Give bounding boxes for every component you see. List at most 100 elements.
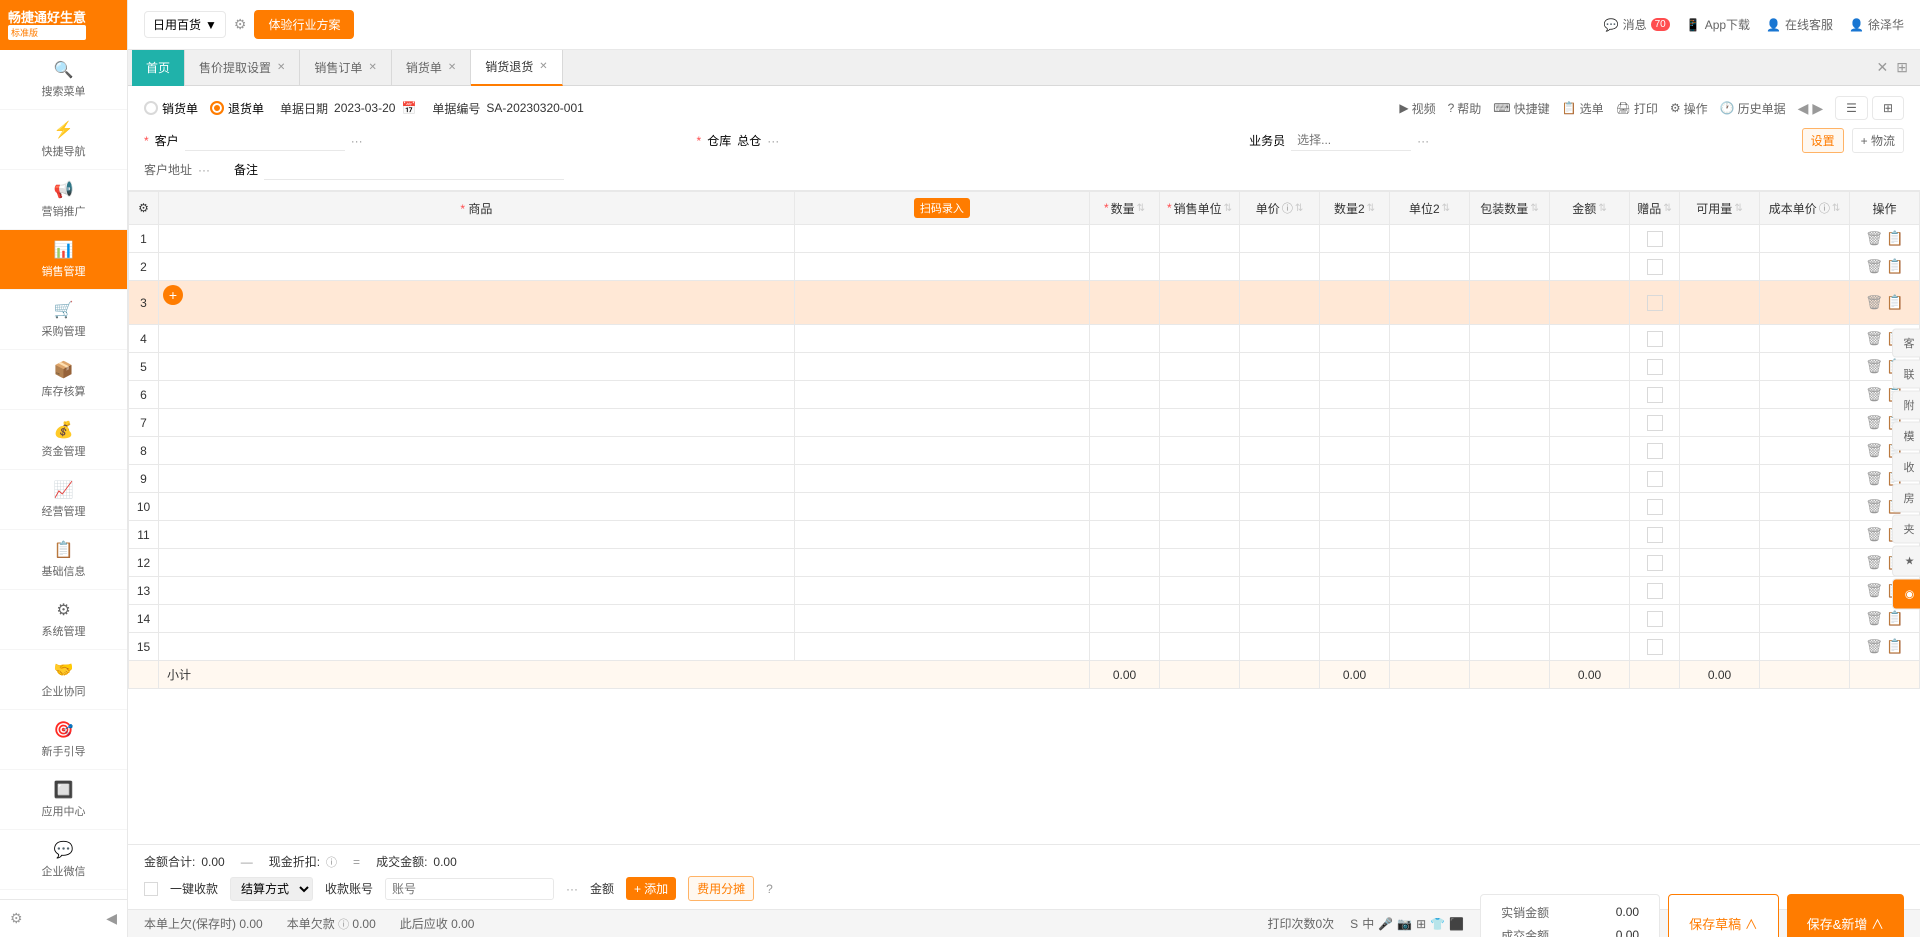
delete-row-btn-9[interactable]: 🗑: [1865, 470, 1883, 487]
row-unit-6[interactable]: [1160, 381, 1240, 409]
row-product-6[interactable]: [159, 381, 795, 409]
row-gift-12[interactable]: [1630, 549, 1680, 577]
row-cost-4[interactable]: [1760, 325, 1850, 353]
delete-row-btn-3[interactable]: 🗑: [1865, 294, 1883, 311]
row-unit2-15[interactable]: [1390, 633, 1470, 661]
row-gift-1[interactable]: [1630, 225, 1680, 253]
delete-row-btn-10[interactable]: 🗑: [1865, 498, 1883, 515]
row-product-1[interactable]: [159, 225, 795, 253]
date-value[interactable]: 2023-03-20: [334, 101, 395, 115]
float-btn-3[interactable]: 模: [1892, 421, 1920, 450]
print-btn[interactable]: 🖨 打印: [1616, 100, 1658, 117]
row-pack-3[interactable]: [1470, 281, 1550, 325]
row-amount-9[interactable]: [1550, 465, 1630, 493]
row-product-14[interactable]: [159, 605, 795, 633]
sidebar-item-10[interactable]: 🤝 企业协同: [0, 650, 127, 710]
copy-row-btn-2[interactable]: 📋: [1886, 258, 1903, 275]
row-cost-11[interactable]: [1760, 521, 1850, 549]
topbar-gear-icon[interactable]: ⚙: [234, 16, 247, 33]
help-btn[interactable]: ? 帮助: [1448, 100, 1482, 117]
row-unit-11[interactable]: [1160, 521, 1240, 549]
calendar-icon[interactable]: 📅: [401, 101, 416, 115]
float-btn-0[interactable]: 客: [1892, 328, 1920, 357]
row-unit2-5[interactable]: [1390, 353, 1470, 381]
row-price-9[interactable]: [1240, 465, 1320, 493]
tab-2[interactable]: 销售订单✕: [300, 50, 391, 86]
row-amount-12[interactable]: [1550, 549, 1630, 577]
row-amount-14[interactable]: [1550, 605, 1630, 633]
sidebar-item-6[interactable]: 💰 资金管理: [0, 410, 127, 470]
row-qty-2[interactable]: [1090, 253, 1160, 281]
row-amount-5[interactable]: [1550, 353, 1630, 381]
float-btn-5[interactable]: 房: [1892, 483, 1920, 512]
logistics-button[interactable]: + 物流: [1852, 128, 1904, 153]
row-avail-5[interactable]: [1680, 353, 1760, 381]
row-price-12[interactable]: [1240, 549, 1320, 577]
delete-row-btn-7[interactable]: 🗑: [1865, 414, 1883, 431]
row-qty2-5[interactable]: [1320, 353, 1390, 381]
notification-item[interactable]: 💬 消息 70: [1604, 16, 1670, 33]
sidebar-item-7[interactable]: 📈 经营管理: [0, 470, 127, 530]
row-avail-15[interactable]: [1680, 633, 1760, 661]
app-download-item[interactable]: 📱 App下载: [1686, 16, 1750, 33]
row-product-15[interactable]: [159, 633, 795, 661]
copy-row-btn-15[interactable]: 📋: [1886, 638, 1903, 655]
delete-row-btn-13[interactable]: 🗑: [1865, 582, 1883, 599]
row-avail-13[interactable]: [1680, 577, 1760, 605]
row-avail-2[interactable]: [1680, 253, 1760, 281]
save-new-button[interactable]: 保存&新增 ∧: [1787, 894, 1904, 937]
row-product-11[interactable]: [159, 521, 795, 549]
row-gift-14[interactable]: [1630, 605, 1680, 633]
row-amount-13[interactable]: [1550, 577, 1630, 605]
row-price-7[interactable]: [1240, 409, 1320, 437]
th-scan[interactable]: 扫码录入: [794, 192, 1089, 225]
row-cost-10[interactable]: [1760, 493, 1850, 521]
row-qty2-11[interactable]: [1320, 521, 1390, 549]
sidebar-item-9[interactable]: ⚙ 系统管理: [0, 590, 127, 650]
prev-record-btn[interactable]: ◀: [1798, 100, 1809, 117]
radio-sale[interactable]: 销货单: [144, 100, 198, 117]
delete-row-btn-4[interactable]: 🗑: [1865, 330, 1883, 347]
trial-button[interactable]: 体验行业方案: [254, 10, 354, 39]
row-unit2-2[interactable]: [1390, 253, 1470, 281]
row-qty-4[interactable]: [1090, 325, 1160, 353]
row-product-13[interactable]: [159, 577, 795, 605]
row-amount-15[interactable]: [1550, 633, 1630, 661]
row-pack-9[interactable]: [1470, 465, 1550, 493]
row-pack-10[interactable]: [1470, 493, 1550, 521]
row-qty2-13[interactable]: [1320, 577, 1390, 605]
calc-method-select[interactable]: 结算方式: [230, 877, 313, 901]
row-unit2-12[interactable]: [1390, 549, 1470, 577]
float-btn-6[interactable]: 夹: [1892, 514, 1920, 543]
th-gear[interactable]: ⚙: [129, 192, 159, 225]
row-qty2-14[interactable]: [1320, 605, 1390, 633]
sidebar-item-5[interactable]: 📦 库存核算: [0, 350, 127, 410]
row-avail-1[interactable]: [1680, 225, 1760, 253]
row-pack-13[interactable]: [1470, 577, 1550, 605]
scan-input-btn[interactable]: 扫码录入: [914, 198, 970, 218]
row-unit-15[interactable]: [1160, 633, 1240, 661]
delete-row-btn-14[interactable]: 🗑: [1865, 610, 1883, 627]
row-qty-14[interactable]: [1090, 605, 1160, 633]
copy-row-btn-3[interactable]: 📋: [1886, 294, 1903, 311]
row-qty-11[interactable]: [1090, 521, 1160, 549]
industry-select[interactable]: 日用百货 ▼: [144, 11, 226, 38]
row-price-15[interactable]: [1240, 633, 1320, 661]
sidebar-collapse-btn[interactable]: ◀: [106, 910, 117, 927]
gift-checkbox-8[interactable]: [1647, 443, 1663, 459]
row-pack-14[interactable]: [1470, 605, 1550, 633]
delete-row-btn-2[interactable]: 🗑: [1865, 258, 1883, 275]
row-qty2-1[interactable]: [1320, 225, 1390, 253]
row-qty2-12[interactable]: [1320, 549, 1390, 577]
row-gift-2[interactable]: [1630, 253, 1680, 281]
row-avail-3[interactable]: [1680, 281, 1760, 325]
row-qty2-2[interactable]: [1320, 253, 1390, 281]
row-avail-7[interactable]: [1680, 409, 1760, 437]
row-unit-1[interactable]: [1160, 225, 1240, 253]
sidebar-settings-btn[interactable]: ⚙: [10, 910, 23, 927]
row-unit2-10[interactable]: [1390, 493, 1470, 521]
row-unit-5[interactable]: [1160, 353, 1240, 381]
gift-checkbox-4[interactable]: [1647, 331, 1663, 347]
online-service-item[interactable]: 👤 在线客服: [1766, 16, 1833, 33]
select-order-btn[interactable]: 📋 选单: [1562, 100, 1604, 117]
